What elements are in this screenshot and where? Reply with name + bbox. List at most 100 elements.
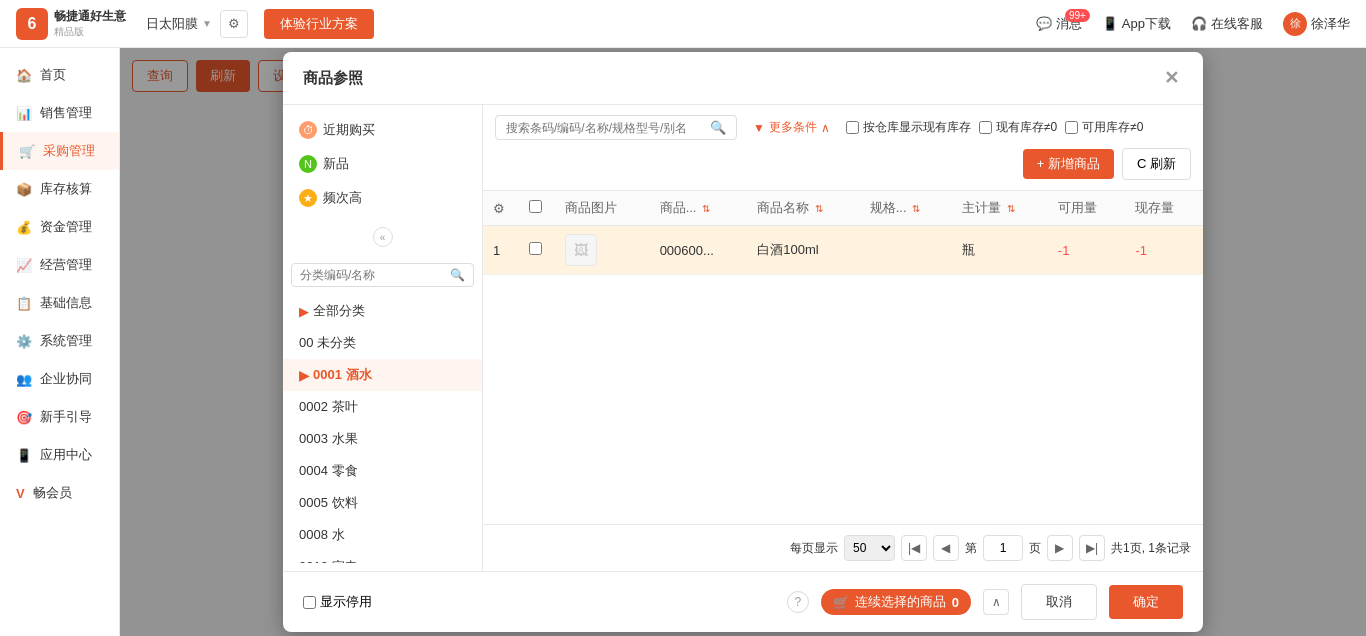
avatar: 徐 — [1283, 12, 1307, 36]
sidebar-item-inventory[interactable]: 📦 库存核算 — [0, 170, 119, 208]
category-0004[interactable]: 0004 零食 — [283, 455, 482, 487]
next-page-button[interactable]: ▶ — [1047, 535, 1073, 561]
show-disabled-input[interactable] — [303, 596, 316, 609]
vip-icon: V — [16, 486, 25, 501]
category-search[interactable]: 🔍 — [291, 263, 474, 287]
category-0008[interactable]: 0008 水 — [283, 519, 482, 551]
message-icon: 💬 — [1036, 16, 1052, 31]
category-list: ▶ 全部分类 00 未分类 ▶ 0001 酒水 0002 茶 — [283, 295, 482, 563]
per-page-select[interactable]: 50 100 — [844, 535, 895, 561]
category-all[interactable]: ▶ 全部分类 — [283, 295, 482, 327]
cart-select-button[interactable]: 🛒 连续选择的商品 0 — [821, 589, 971, 615]
col-name[interactable]: 商品名称 ⇅ — [747, 191, 860, 226]
modal-overlay: 商品参照 ✕ ⏱ 近期购买 N 新品 — [120, 48, 1366, 636]
select-all-checkbox[interactable] — [529, 200, 542, 213]
col-settings[interactable]: ⚙ — [483, 191, 519, 226]
messages-button[interactable]: 💬 消息 99+ — [1036, 15, 1082, 33]
sidebar-item-sales[interactable]: 📊 销售管理 — [0, 94, 119, 132]
sidebar-item-purchase[interactable]: 🛒 采购管理 — [0, 132, 119, 170]
col-spec[interactable]: 规格... ⇅ — [860, 191, 953, 226]
col-available: 可用量 — [1048, 191, 1126, 226]
store-selector-arrow: ▼ — [202, 18, 212, 29]
category-0005[interactable]: 0005 饮料 — [283, 487, 482, 519]
row-checkbox[interactable] — [529, 242, 542, 255]
product-search-input[interactable] — [506, 121, 706, 135]
sidebar-item-guide[interactable]: 🎯 新手引导 — [0, 398, 119, 436]
product-search-icon[interactable]: 🔍 — [710, 120, 726, 135]
quick-frequent[interactable]: ★ 频次高 — [287, 182, 478, 214]
logo-text: 畅捷通好生意 精品版 — [54, 8, 126, 39]
first-page-button[interactable]: |◀ — [901, 535, 927, 561]
quick-new[interactable]: N 新品 — [287, 148, 478, 180]
checkbox-stock-nonzero[interactable]: 现有库存≠0 — [979, 119, 1057, 136]
quick-recent[interactable]: ⏱ 近期购买 — [287, 114, 478, 146]
add-product-button[interactable]: + 新增商品 — [1023, 149, 1114, 179]
system-icon: ⚙️ — [16, 334, 32, 349]
settings-col-icon: ⚙ — [493, 201, 505, 216]
category-search-input[interactable] — [300, 268, 450, 282]
sidebar-item-system[interactable]: ⚙️ 系统管理 — [0, 322, 119, 360]
modal-body: ⏱ 近期购买 N 新品 ★ 频次高 « — [283, 105, 1203, 571]
operations-icon: 📈 — [16, 258, 32, 273]
sidebar-item-finance[interactable]: 💰 资金管理 — [0, 208, 119, 246]
pagination: 每页显示 50 100 |◀ ◀ 第 页 ▶ ▶| — [483, 524, 1203, 571]
sidebar-item-collab[interactable]: 👥 企业协同 — [0, 360, 119, 398]
filter-button[interactable]: ▼ 更多条件 ∧ — [745, 115, 838, 140]
product-search-bar[interactable]: 🔍 — [495, 115, 737, 140]
category-00[interactable]: 00 未分类 — [283, 327, 482, 359]
prev-page-button[interactable]: ◀ — [933, 535, 959, 561]
collapse-up-button[interactable]: ∧ — [983, 589, 1009, 615]
cart-icon: 🛒 — [833, 595, 849, 610]
category-0002[interactable]: 0002 茶叶 — [283, 391, 482, 423]
settings-button[interactable]: ⚙ — [220, 10, 248, 38]
sidebar-item-operations[interactable]: 📈 经营管理 — [0, 246, 119, 284]
sidebar: 🏠 首页 📊 销售管理 🛒 采购管理 📦 库存核算 💰 资金管理 📈 经营管理 … — [0, 48, 120, 636]
checkbox-available-nonzero[interactable]: 可用库存≠0 — [1065, 119, 1143, 136]
sort-code-icon: ⇅ — [702, 203, 710, 214]
category-search-icon[interactable]: 🔍 — [450, 268, 465, 282]
col-checkbox[interactable] — [519, 191, 555, 226]
sidebar-item-basic[interactable]: 📋 基础信息 — [0, 284, 119, 322]
category-0003[interactable]: 0003 水果 — [283, 423, 482, 455]
purchase-icon: 🛒 — [19, 144, 35, 159]
show-disabled-checkbox[interactable]: 显示停用 — [303, 593, 372, 611]
store-selector[interactable]: 日太阳膜 ▼ — [146, 15, 212, 33]
cell-stock: -1 — [1125, 226, 1203, 275]
appdownload-button[interactable]: 📱 App下载 — [1102, 15, 1171, 33]
sort-name-icon: ⇅ — [815, 203, 823, 214]
cell-checkbox[interactable] — [519, 226, 555, 275]
collapse-button[interactable]: « — [373, 227, 393, 247]
table-row[interactable]: 1 🖼 — [483, 226, 1203, 275]
confirm-button[interactable]: 确定 — [1109, 585, 1183, 619]
checkbox-available-input[interactable] — [1065, 121, 1078, 134]
sidebar-item-vip[interactable]: V 畅会员 — [0, 474, 119, 512]
cta-button[interactable]: 体验行业方案 — [264, 9, 374, 39]
home-icon: 🏠 — [16, 68, 32, 83]
category-all-arrow: ▶ — [299, 304, 309, 319]
cell-num: 1 — [483, 226, 519, 275]
page-input[interactable] — [983, 535, 1023, 561]
image-placeholder-icon: 🖼 — [574, 242, 588, 258]
last-page-button[interactable]: ▶| — [1079, 535, 1105, 561]
cancel-button[interactable]: 取消 — [1021, 584, 1097, 620]
cell-available: -1 — [1048, 226, 1126, 275]
checkbox-stock-input[interactable] — [979, 121, 992, 134]
modal-close-button[interactable]: ✕ — [1159, 66, 1183, 90]
phone-icon: 📱 — [1102, 16, 1118, 31]
user-button[interactable]: 徐 徐泽华 — [1283, 12, 1350, 36]
checkbox-warehouse-input[interactable] — [846, 121, 859, 134]
refresh-button[interactable]: C 刷新 — [1122, 148, 1191, 180]
col-unit[interactable]: 主计量 ⇅ — [952, 191, 1047, 226]
cell-image: 🖼 — [555, 226, 650, 275]
col-code[interactable]: 商品... ⇅ — [650, 191, 748, 226]
checkbox-warehouse[interactable]: 按仓库显示现有库存 — [846, 119, 971, 136]
category-0010[interactable]: 0010 家电 — [283, 551, 482, 563]
clock-icon: ⏱ — [299, 121, 317, 139]
store-name: 日太阳膜 — [146, 15, 198, 33]
help-button[interactable]: ? — [787, 591, 809, 613]
category-0001[interactable]: ▶ 0001 酒水 — [283, 359, 482, 391]
service-button[interactable]: 🎧 在线客服 — [1191, 15, 1263, 33]
sidebar-item-apps[interactable]: 📱 应用中心 — [0, 436, 119, 474]
sidebar-item-home[interactable]: 🏠 首页 — [0, 56, 119, 94]
main-layout: 🏠 首页 📊 销售管理 🛒 采购管理 📦 库存核算 💰 资金管理 📈 经营管理 … — [0, 48, 1366, 636]
